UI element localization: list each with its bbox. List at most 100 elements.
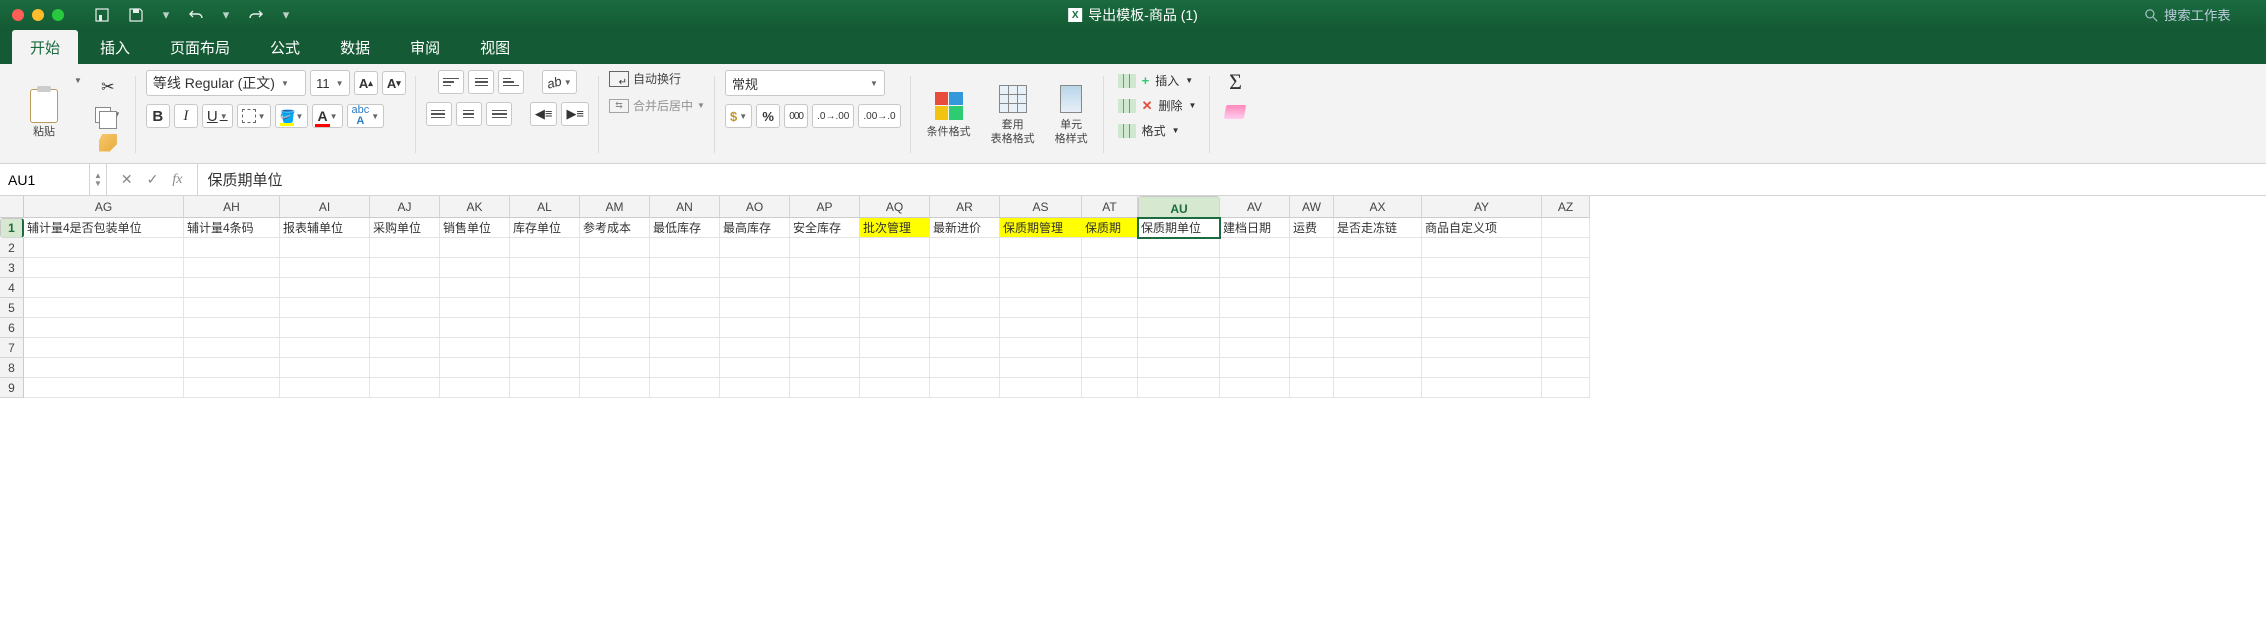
cell-AX1[interactable]: 是否走冻链 — [1334, 218, 1422, 238]
cell-AZ2[interactable] — [1542, 238, 1590, 258]
cell-AR6[interactable] — [930, 318, 1000, 338]
undo-dropdown-icon[interactable]: ▾ — [222, 7, 230, 23]
cell-AQ9[interactable] — [860, 378, 930, 398]
paste-button[interactable]: 粘贴 — [22, 88, 66, 141]
cell-AP9[interactable] — [790, 378, 860, 398]
cell-AY8[interactable] — [1422, 358, 1542, 378]
cell-AH2[interactable] — [184, 238, 280, 258]
cell-AV8[interactable] — [1220, 358, 1290, 378]
cell-AG3[interactable] — [24, 258, 184, 278]
cell-AQ1[interactable]: 批次管理 — [860, 218, 930, 238]
cell-AU8[interactable] — [1138, 358, 1220, 378]
cell-AM6[interactable] — [580, 318, 650, 338]
column-header-AW[interactable]: AW — [1290, 196, 1334, 218]
cell-AJ9[interactable] — [370, 378, 440, 398]
cell-AZ9[interactable] — [1542, 378, 1590, 398]
ribbon-tab-数据[interactable]: 数据 — [322, 30, 388, 64]
cell-AU7[interactable] — [1138, 338, 1220, 358]
decrease-indent-button[interactable]: ◀≡ — [530, 102, 558, 126]
redo-icon[interactable] — [248, 7, 264, 23]
cell-AH1[interactable]: 辅计量4条码 — [184, 218, 280, 238]
cell-AO7[interactable] — [720, 338, 790, 358]
name-box[interactable] — [0, 164, 90, 195]
cell-AV7[interactable] — [1220, 338, 1290, 358]
cell-AI3[interactable] — [280, 258, 370, 278]
cell-AN3[interactable] — [650, 258, 720, 278]
cell-AR7[interactable] — [930, 338, 1000, 358]
home-icon[interactable] — [94, 7, 110, 23]
align-left-button[interactable] — [426, 102, 452, 126]
cell-AN1[interactable]: 最低库存 — [650, 218, 720, 238]
formula-input[interactable]: 保质期单位 — [198, 164, 2266, 195]
cell-AY5[interactable] — [1422, 298, 1542, 318]
font-size-select[interactable]: 11▼ — [310, 70, 350, 96]
cell-AR2[interactable] — [930, 238, 1000, 258]
cell-AS4[interactable] — [1000, 278, 1082, 298]
column-header-AZ[interactable]: AZ — [1542, 196, 1590, 218]
cell-AW9[interactable] — [1290, 378, 1334, 398]
cell-AV9[interactable] — [1220, 378, 1290, 398]
cell-AX2[interactable] — [1334, 238, 1422, 258]
cell-AY9[interactable] — [1422, 378, 1542, 398]
paste-dropdown-icon[interactable]: ▼ — [74, 76, 82, 85]
cell-AQ5[interactable] — [860, 298, 930, 318]
underline-button[interactable]: U▼ — [202, 104, 233, 128]
cell-AM7[interactable] — [580, 338, 650, 358]
cell-AT1[interactable]: 保质期 — [1082, 218, 1138, 238]
search-sheet-input[interactable] — [2164, 8, 2254, 23]
cell-AL7[interactable] — [510, 338, 580, 358]
cell-AJ5[interactable] — [370, 298, 440, 318]
cell-AX7[interactable] — [1334, 338, 1422, 358]
zoom-window-button[interactable] — [52, 9, 64, 21]
cell-AR8[interactable] — [930, 358, 1000, 378]
ribbon-tab-插入[interactable]: 插入 — [82, 30, 148, 64]
save-icon[interactable] — [128, 7, 144, 23]
cell-AM4[interactable] — [580, 278, 650, 298]
cell-AX8[interactable] — [1334, 358, 1422, 378]
cell-AS3[interactable] — [1000, 258, 1082, 278]
cell-AN4[interactable] — [650, 278, 720, 298]
cell-AV5[interactable] — [1220, 298, 1290, 318]
cell-AK5[interactable] — [440, 298, 510, 318]
conditional-formatting-button[interactable]: 条件格式 — [921, 88, 977, 141]
cell-AQ7[interactable] — [860, 338, 930, 358]
cell-AS8[interactable] — [1000, 358, 1082, 378]
cell-AM3[interactable] — [580, 258, 650, 278]
cell-AM2[interactable] — [580, 238, 650, 258]
column-header-AN[interactable]: AN — [650, 196, 720, 218]
align-bottom-button[interactable] — [498, 70, 524, 94]
cell-AU3[interactable] — [1138, 258, 1220, 278]
cell-AY3[interactable] — [1422, 258, 1542, 278]
cell-AL5[interactable] — [510, 298, 580, 318]
cell-AI7[interactable] — [280, 338, 370, 358]
autosum-button[interactable]: Σ — [1223, 70, 1247, 94]
increase-indent-button[interactable]: ▶≡ — [561, 102, 589, 126]
cell-AW8[interactable] — [1290, 358, 1334, 378]
cell-AJ8[interactable] — [370, 358, 440, 378]
merge-center-button[interactable]: ⇆ 合并后居中 ▼ — [609, 97, 705, 114]
row-header-2[interactable]: 2 — [0, 238, 24, 258]
cell-AX4[interactable] — [1334, 278, 1422, 298]
cell-AZ3[interactable] — [1542, 258, 1590, 278]
column-header-AO[interactable]: AO — [720, 196, 790, 218]
cell-AP5[interactable] — [790, 298, 860, 318]
cell-AP8[interactable] — [790, 358, 860, 378]
ribbon-tab-开始[interactable]: 开始 — [12, 30, 78, 64]
cell-AV6[interactable] — [1220, 318, 1290, 338]
cell-AK1[interactable]: 销售单位 — [440, 218, 510, 238]
cell-AI9[interactable] — [280, 378, 370, 398]
cell-AL8[interactable] — [510, 358, 580, 378]
clear-button[interactable] — [1220, 100, 1250, 124]
column-header-AR[interactable]: AR — [930, 196, 1000, 218]
cancel-formula-button[interactable]: ✕ — [121, 171, 133, 188]
cell-AN7[interactable] — [650, 338, 720, 358]
format-cells-button[interactable]: 格式▼ — [1114, 120, 1184, 141]
cell-AO1[interactable]: 最高库存 — [720, 218, 790, 238]
cell-AG9[interactable] — [24, 378, 184, 398]
cell-AS9[interactable] — [1000, 378, 1082, 398]
cell-AU6[interactable] — [1138, 318, 1220, 338]
row-header-9[interactable]: 9 — [0, 378, 24, 398]
column-header-AQ[interactable]: AQ — [860, 196, 930, 218]
cell-AZ1[interactable] — [1542, 218, 1590, 238]
cell-AI1[interactable]: 报表辅单位 — [280, 218, 370, 238]
